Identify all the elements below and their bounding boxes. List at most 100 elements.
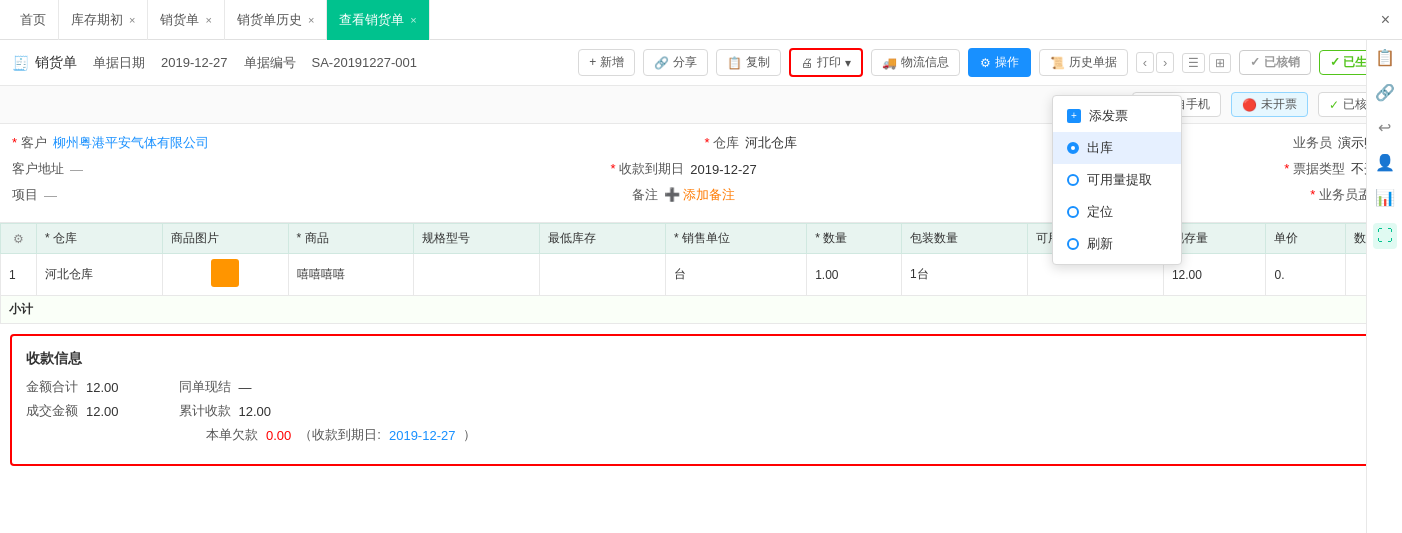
toolbar: + 新增 🔗 分享 📋 复制 🖨 打印 ▾ 🚚 物流信息 — [578, 48, 1390, 77]
doc-number-value: SA-20191227-001 — [312, 55, 418, 70]
form-row-2: 客户地址 — 收款到期日 2019-12-27 票据类型 不开票 — [12, 160, 1390, 178]
logistics-button[interactable]: 🚚 物流信息 — [871, 49, 960, 76]
main-content: 🧾 销货单 单据日期 2019-12-27 单据编号 SA-20191227-0… — [0, 40, 1402, 533]
print-button[interactable]: 🖨 打印 ▾ — [789, 48, 863, 77]
confirm-icon: ✓ — [1329, 98, 1339, 112]
copy-button[interactable]: 📋 复制 — [716, 49, 781, 76]
view-icons: ☰ ⊞ — [1182, 53, 1231, 73]
outbound-item[interactable]: 出库 — [1053, 132, 1181, 164]
address-label: 客户地址 — [12, 160, 64, 178]
add-invoice-item[interactable]: + 添发票 — [1053, 100, 1181, 132]
sidebar-chart-icon[interactable]: 📊 — [1375, 188, 1395, 207]
available-pickup-label: 可用量提取 — [1087, 171, 1152, 189]
list-view-button[interactable]: ☰ — [1182, 53, 1205, 73]
col-product-image: 商品图片 — [162, 224, 288, 254]
row-product: 嘻嘻嘻嘻 — [288, 254, 414, 296]
customer-value[interactable]: 柳州粤港平安气体有限公司 — [53, 134, 209, 152]
action-row: 📱 来自手机 🔴 未开票 ✓ 已核销 — [0, 86, 1402, 124]
right-sidebar: 📋 🔗 ↩ 👤 📊 ⛶ — [1366, 40, 1402, 533]
tab-sales-history[interactable]: 销货单历史 × — [225, 0, 327, 40]
sidebar-return-icon[interactable]: ↩ — [1378, 118, 1391, 137]
tab-sales-order[interactable]: 销货单 × — [148, 0, 224, 40]
available-pickup-item[interactable]: 可用量提取 — [1053, 164, 1181, 196]
row-index: 1 — [1, 254, 37, 296]
receipt-deal-amount: 成交金额 12.00 — [26, 402, 119, 420]
grid-view-button[interactable]: ⊞ — [1209, 53, 1231, 73]
close-sales-history[interactable]: × — [308, 14, 314, 26]
staff-label: 业务员 — [1293, 134, 1332, 152]
close-inventory-init[interactable]: × — [129, 14, 135, 26]
doc-number-label: 单据编号 — [244, 54, 296, 72]
sidebar-expand-icon[interactable]: ⛶ — [1373, 223, 1397, 249]
tab-home[interactable]: 首页 — [8, 0, 59, 40]
doc-title: 🧾 销货单 — [12, 54, 77, 72]
close-sales-order[interactable]: × — [205, 14, 211, 26]
close-view-sales[interactable]: × — [410, 14, 416, 26]
refresh-label: 刷新 — [1087, 235, 1113, 253]
outbound-label: 出库 — [1087, 139, 1113, 157]
doc-title-text: 销货单 — [35, 54, 77, 72]
doc-header: 🧾 销货单 单据日期 2019-12-27 单据编号 SA-20191227-0… — [0, 40, 1402, 86]
form-row-1: 客户 柳州粤港平安气体有限公司 仓库 河北仓库 业务员 演示账号 — [12, 134, 1390, 152]
window-close-button[interactable]: × — [1381, 11, 1390, 29]
project-label: 项目 — [12, 186, 38, 204]
add-invoice-label: 添发票 — [1089, 107, 1128, 125]
sidebar-link-icon[interactable]: 🔗 — [1375, 83, 1395, 102]
add-invoice-icon: + — [1067, 109, 1081, 123]
history-button[interactable]: 📜 历史单据 — [1039, 49, 1128, 76]
available-pickup-icon — [1067, 174, 1079, 186]
doc-meta: 单据日期 2019-12-27 单据编号 SA-20191227-001 — [93, 54, 417, 72]
row-sales-unit: 台 — [665, 254, 806, 296]
col-settings: ⚙ — [1, 224, 37, 254]
col-quantity: * 数量 — [807, 224, 902, 254]
table-header-row: ⚙ * 仓库 商品图片 * 商品 规格型号 最低库存 * 销售单位 * 数量 包… — [1, 224, 1402, 254]
customer-label: 客户 — [12, 134, 47, 152]
sidebar-user-icon[interactable]: 👤 — [1375, 153, 1395, 172]
form-row-3: 项目 — 备注 ➕ 添加备注 业务员孟 — — [12, 186, 1390, 204]
sidebar-doc-icon[interactable]: 📋 — [1375, 48, 1395, 67]
table-row: 1 河北仓库 嘻嘻嘻嘻 台 1.00 1台 12.00 0. — [1, 254, 1402, 296]
refresh-item[interactable]: 刷新 — [1053, 228, 1181, 260]
col-min-stock: 最低库存 — [540, 224, 666, 254]
settings-icon[interactable]: ⚙ — [13, 232, 24, 246]
add-note-button[interactable]: ➕ 添加备注 — [664, 186, 736, 204]
due-date-field: 收款到期日 2019-12-27 — [611, 160, 757, 178]
product-image-thumbnail — [211, 259, 239, 287]
due-date-label: 收款到期日 — [611, 160, 685, 178]
share-button[interactable]: 🔗 分享 — [643, 49, 708, 76]
row-spec — [414, 254, 540, 296]
address-field: 客户地址 — — [12, 160, 83, 178]
row-pack-qty: 1台 — [902, 254, 1028, 296]
receipt-same-settlement: 同单现结 — — [179, 378, 252, 396]
locate-label: 定位 — [1087, 203, 1113, 221]
prev-arrow[interactable]: ‹ — [1136, 52, 1154, 73]
locate-icon — [1067, 206, 1079, 218]
col-product: * 商品 — [288, 224, 414, 254]
product-table: ⚙ * 仓库 商品图片 * 商品 规格型号 最低库存 * 销售单位 * 数量 包… — [0, 223, 1402, 324]
operation-button[interactable]: ⚙ 操作 — [968, 48, 1031, 77]
new-button[interactable]: + 新增 — [578, 49, 634, 76]
not-open-ticket-button[interactable]: 🔴 未开票 — [1231, 92, 1308, 117]
outbound-icon — [1067, 142, 1079, 154]
receipt-row-3: 本单欠款 0.00 （收款到期日: 2019-12-27 ） — [26, 426, 1376, 444]
doc-icon: 🧾 — [12, 55, 29, 71]
col-sales-unit: * 销售单位 — [665, 224, 806, 254]
receipt-section: 收款信息 金额合计 12.00 同单现结 — 成交金额 12.00 — [10, 334, 1392, 466]
col-pack-qty: 包装数量 — [902, 224, 1028, 254]
row-product-image — [162, 254, 288, 296]
row-min-stock — [540, 254, 666, 296]
tab-inventory-init[interactable]: 库存期初 × — [59, 0, 148, 40]
next-arrow[interactable]: › — [1156, 52, 1174, 73]
receipt-row-1: 金额合计 12.00 同单现结 — — [26, 378, 1376, 396]
tab-view-sales[interactable]: 查看销货单 × — [327, 0, 429, 40]
doc-date-label: 单据日期 — [93, 54, 145, 72]
col-spec: 规格型号 — [414, 224, 540, 254]
tab-bar: 首页 库存期初 × 销货单 × 销货单历史 × 查看销货单 × × — [0, 0, 1402, 40]
locate-item[interactable]: 定位 — [1053, 196, 1181, 228]
doc-date-value: 2019-12-27 — [161, 55, 228, 70]
ticket-type-label: 票据类型 — [1284, 160, 1345, 178]
receipt-row-2: 成交金额 12.00 累计收款 12.00 — [26, 402, 1376, 420]
cancelled-badge: ✓ 已核销 — [1239, 50, 1310, 75]
nav-arrows: ‹ › — [1136, 52, 1175, 73]
print-icon: 🖨 — [801, 56, 813, 70]
